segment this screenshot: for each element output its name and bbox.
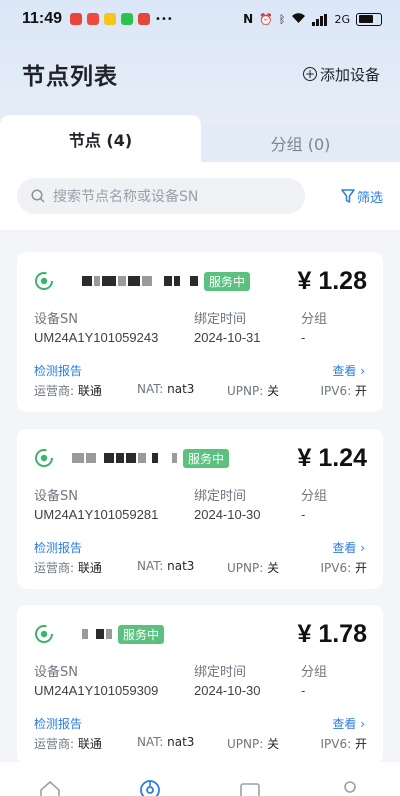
add-device-button[interactable]: + 添加设备 — [302, 64, 380, 85]
filter-label: 筛选 — [356, 190, 383, 206]
app-notification-icon — [70, 13, 83, 25]
more-dots-icon: ••• — [155, 13, 173, 25]
chevron-right-icon: › — [360, 541, 365, 555]
node-meta-row: 运营商: 联通 NAT: nat3 UPNP: 关 IPV6: 开 — [34, 559, 367, 575]
bluetooth-icon: ᛒ — [278, 12, 286, 26]
network-type: 2G — [334, 12, 350, 26]
inspection-report-link[interactable]: 检测报告 — [34, 539, 82, 556]
signal-icon — [312, 13, 328, 26]
group-label: 分组 — [301, 312, 328, 327]
inspection-report-link[interactable]: 检测报告 — [34, 715, 82, 732]
carrier-value: 联通 — [77, 384, 102, 398]
carrier-value: 联通 — [77, 737, 102, 751]
nfc-icon: N — [243, 12, 254, 26]
node-card[interactable]: 服务中 ¥ 1.78 设备SN 绑定时间 分组 UM24A1Y101059309… — [17, 605, 383, 765]
node-name-blurred — [82, 626, 112, 642]
sn-label: 设备SN — [34, 312, 78, 327]
node-meta-row: 运营商: 联通 NAT: nat3 UPNP: 关 IPV6: 开 — [34, 382, 367, 398]
upnp-value: 关 — [267, 384, 280, 398]
filter-icon — [341, 188, 355, 203]
wifi-icon — [291, 12, 306, 27]
search-icon — [31, 189, 45, 203]
node-price: ¥ 1.78 — [297, 619, 367, 648]
filter-button[interactable]: 筛选 — [341, 187, 383, 206]
sn-value: UM24A1Y101059243 — [34, 330, 159, 345]
chevron-right-icon: › — [360, 717, 365, 731]
node-status-icon — [35, 449, 53, 467]
ipv6-value: 开 — [354, 561, 367, 575]
node-card[interactable]: 服务中 ¥ 1.28 设备SN 绑定时间 分组 UM24A1Y101059243… — [17, 252, 383, 412]
group-value: - — [301, 507, 306, 522]
battery-icon — [356, 12, 382, 26]
node-status-icon — [35, 625, 53, 643]
node-card[interactable]: 服务中 ¥ 1.24 设备SN 绑定时间 分组 UM24A1Y101059281… — [17, 429, 383, 589]
group-label: 分组 — [301, 489, 328, 504]
tab-bar: 节点 (4) 分组 (0) — [0, 115, 400, 163]
search-placeholder: 搜索节点名称或设备SN — [53, 189, 199, 205]
node-meta-row: 运营商: 联通 NAT: nat3 UPNP: 关 IPV6: 开 — [34, 735, 367, 751]
status-badge: 服务中 — [118, 624, 165, 644]
page-header: 节点列表 + 添加设备 — [22, 56, 380, 92]
nodes-icon[interactable] — [138, 778, 162, 796]
carrier-value: 联通 — [77, 561, 102, 575]
node-status-icon — [35, 272, 53, 290]
wallet-icon[interactable] — [238, 778, 262, 796]
nat-value: nat3 — [167, 559, 195, 573]
view-link[interactable]: 查看 › — [332, 539, 365, 556]
status-time: 11:49 — [22, 10, 63, 27]
upnp-value: 关 — [267, 737, 280, 751]
plus-circle-icon: + — [302, 67, 317, 81]
bind-time-value: 2024-10-30 — [194, 507, 261, 522]
bind-time-label: 绑定时间 — [194, 665, 247, 680]
group-value: - — [301, 330, 306, 345]
chevron-right-icon: › — [360, 364, 365, 378]
sn-value: UM24A1Y101059309 — [34, 683, 159, 698]
bind-time-value: 2024-10-31 — [194, 330, 261, 345]
search-row: 搜索节点名称或设备SN 筛选 — [0, 162, 400, 230]
view-link[interactable]: 查看 › — [332, 715, 365, 732]
status-badge: 服务中 — [204, 271, 251, 291]
group-value: - — [301, 683, 306, 698]
app-notification-icon — [138, 13, 151, 25]
add-device-label: 添加设备 — [319, 65, 380, 84]
search-input[interactable]: 搜索节点名称或设备SN — [17, 178, 305, 214]
alarm-icon: ⏰ — [259, 12, 273, 26]
app-notification-icon — [104, 13, 117, 25]
sn-label: 设备SN — [34, 665, 78, 680]
group-label: 分组 — [301, 665, 328, 680]
status-bar: 11:49 ••• N ⏰ ᛒ 2G — [0, 0, 400, 38]
status-badge: 服务中 — [183, 448, 230, 468]
home-icon[interactable] — [38, 778, 62, 796]
profile-icon[interactable] — [338, 778, 362, 796]
ipv6-value: 开 — [354, 737, 367, 751]
tab-nodes[interactable]: 节点 (4) — [0, 115, 201, 163]
bottom-nav — [0, 762, 400, 796]
bind-time-label: 绑定时间 — [194, 312, 247, 327]
inspection-report-link[interactable]: 检测报告 — [34, 362, 82, 379]
upnp-value: 关 — [267, 561, 280, 575]
sn-value: UM24A1Y101059281 — [34, 507, 159, 522]
bind-time-value: 2024-10-30 — [194, 683, 261, 698]
node-name-blurred — [72, 450, 177, 466]
nat-value: nat3 — [167, 382, 195, 396]
page-title: 节点列表 — [22, 64, 118, 90]
app-notification-icon — [87, 13, 100, 25]
nat-value: nat3 — [167, 735, 195, 749]
bind-time-label: 绑定时间 — [194, 489, 247, 504]
sn-label: 设备SN — [34, 489, 78, 504]
wechat-icon — [121, 13, 134, 25]
node-price: ¥ 1.28 — [297, 266, 367, 295]
ipv6-value: 开 — [354, 384, 367, 398]
node-price: ¥ 1.24 — [297, 443, 367, 472]
node-name-blurred — [82, 273, 198, 289]
tab-groups[interactable]: 分组 (0) — [201, 123, 400, 163]
view-link[interactable]: 查看 › — [332, 362, 365, 379]
